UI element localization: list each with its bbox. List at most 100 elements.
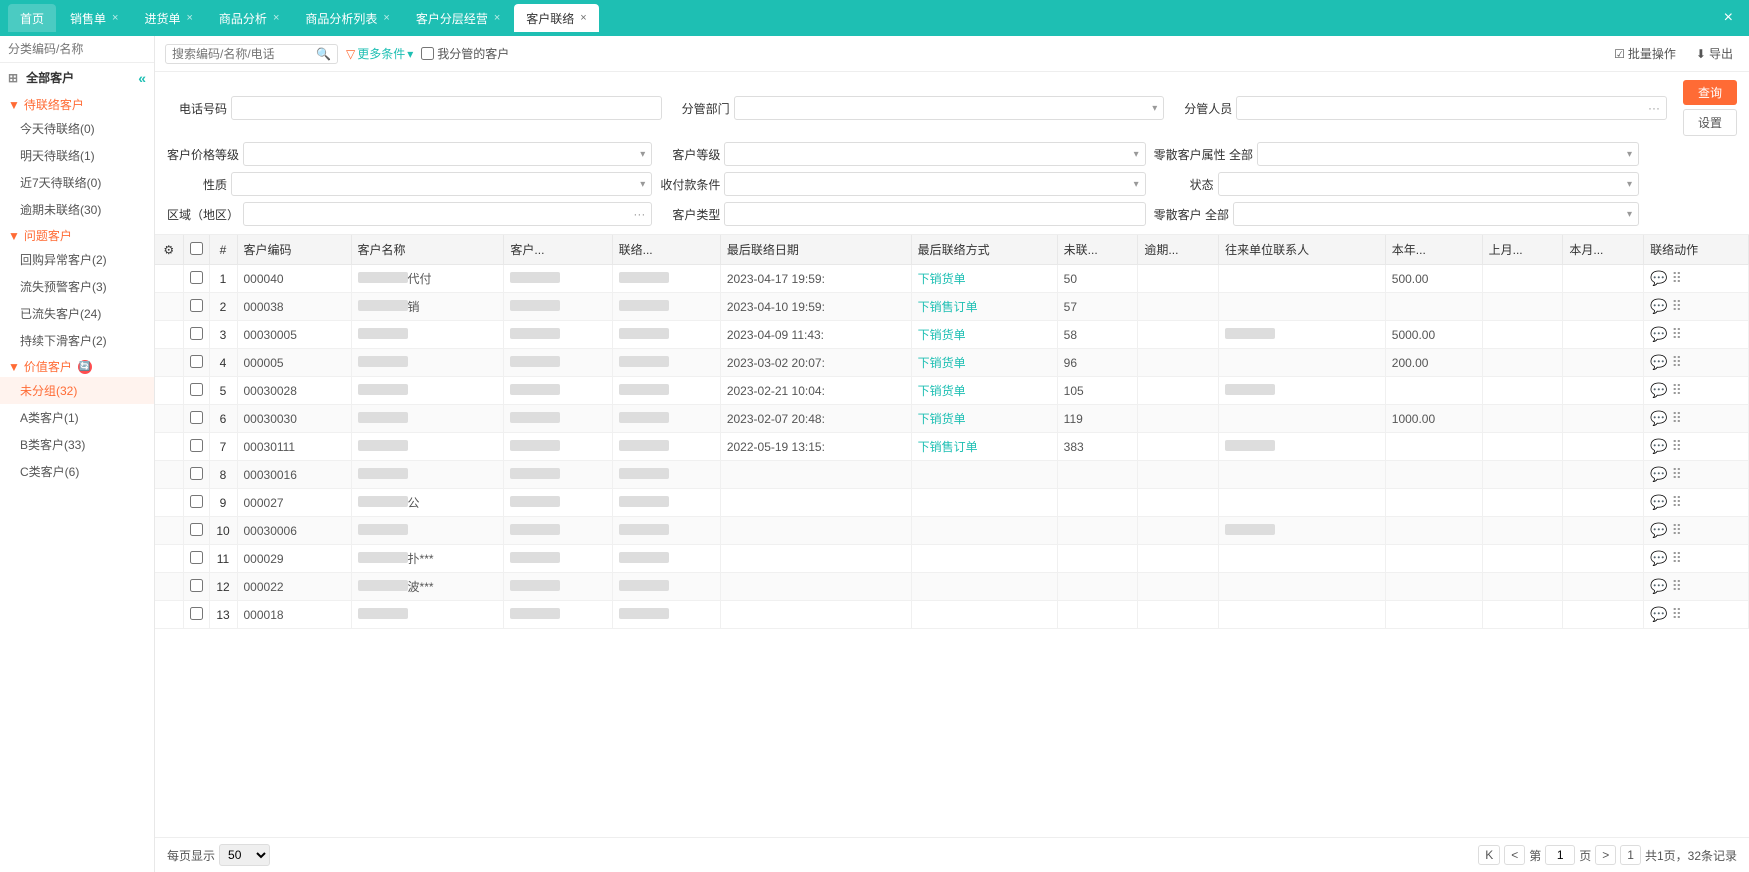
sidebar-item-overdue[interactable]: 逾期未联络(30)	[0, 196, 154, 223]
sidebar-item-abnormal[interactable]: 回购异常客户(2)	[0, 246, 154, 273]
tab-product-analysis[interactable]: 商品分析 ×	[207, 4, 291, 32]
more-action-icon[interactable]: ⠿	[1672, 326, 1682, 343]
pending-group[interactable]: ▼ 待联络客户	[0, 92, 154, 115]
more-action-icon[interactable]: ⠿	[1672, 494, 1682, 511]
sidebar-item-class-c[interactable]: C类客户(6)	[0, 458, 154, 485]
last-method-link[interactable]: 下销货单	[918, 384, 966, 398]
check-cell[interactable]	[183, 349, 209, 377]
collapse-sidebar-icon[interactable]: «	[138, 70, 146, 86]
my-customers-check[interactable]	[421, 47, 434, 60]
sidebar-item-class-a[interactable]: A类客户(1)	[0, 404, 154, 431]
export-btn[interactable]: ⬇ 导出	[1690, 42, 1739, 65]
tab-sales[interactable]: 销售单 ×	[58, 4, 130, 32]
last-method-link[interactable]: 下销货单	[918, 412, 966, 426]
more-action-icon[interactable]: ⠿	[1672, 410, 1682, 427]
more-action-icon[interactable]: ⠿	[1672, 298, 1682, 315]
tab-customer-contact[interactable]: 客户联络 ×	[514, 4, 598, 32]
batch-operation-btn[interactable]: ☑ 批量操作	[1608, 42, 1682, 65]
message-icon[interactable]: 💬	[1650, 382, 1667, 399]
message-icon[interactable]: 💬	[1650, 354, 1667, 371]
sidebar-item-churned[interactable]: 已流失客户(24)	[0, 300, 154, 327]
more-action-icon[interactable]: ⠿	[1672, 578, 1682, 595]
close-product-analysis-icon[interactable]: ×	[273, 12, 279, 24]
region-select[interactable]: ···	[243, 202, 652, 226]
message-icon[interactable]: 💬	[1650, 494, 1667, 511]
more-action-icon[interactable]: ⠿	[1672, 466, 1682, 483]
check-cell[interactable]	[183, 405, 209, 433]
nature-select[interactable]: ▾	[231, 172, 652, 196]
global-close-icon[interactable]: ×	[1716, 9, 1741, 27]
row-check[interactable]	[190, 299, 203, 312]
my-customers-checkbox[interactable]: 我分管的客户	[421, 45, 509, 62]
manager-input[interactable]: ···	[1236, 96, 1667, 120]
sidebar-item-declining[interactable]: 持续下滑客户(2)	[0, 327, 154, 354]
row-check[interactable]	[190, 383, 203, 396]
check-cell[interactable]	[183, 321, 209, 349]
last-method-link[interactable]: 下销售订单	[918, 300, 978, 314]
message-icon[interactable]: 💬	[1650, 326, 1667, 343]
check-cell[interactable]	[183, 377, 209, 405]
reset-button[interactable]: 设置	[1683, 109, 1737, 136]
more-action-icon[interactable]: ⠿	[1672, 382, 1682, 399]
search-input[interactable]	[172, 47, 312, 61]
tab-purchase[interactable]: 进货单 ×	[132, 4, 204, 32]
row-check[interactable]	[190, 355, 203, 368]
more-action-icon[interactable]: ⠿	[1672, 550, 1682, 567]
row-check[interactable]	[190, 579, 203, 592]
message-icon[interactable]: 💬	[1650, 466, 1667, 483]
message-icon[interactable]: 💬	[1650, 578, 1667, 595]
prev-page-btn[interactable]: <	[1504, 845, 1525, 865]
close-customer-segment-icon[interactable]: ×	[494, 12, 500, 24]
row-check[interactable]	[190, 551, 203, 564]
last-method-link[interactable]: 下销货单	[918, 356, 966, 370]
query-button[interactable]: 查询	[1683, 80, 1737, 105]
tab-product-list[interactable]: 商品分析列表 ×	[293, 4, 401, 32]
last-page-btn[interactable]: 1	[1620, 845, 1641, 865]
phone-input[interactable]	[231, 96, 662, 120]
all-customers-header[interactable]: ⊞ 全部客户 «	[0, 63, 154, 92]
message-icon[interactable]: 💬	[1650, 270, 1667, 287]
check-cell[interactable]	[183, 461, 209, 489]
sidebar-item-7days[interactable]: 近7天待联络(0)	[0, 169, 154, 196]
search-icon[interactable]: 🔍	[316, 47, 331, 61]
check-cell[interactable]	[183, 601, 209, 629]
close-product-list-icon[interactable]: ×	[383, 12, 389, 24]
problem-group[interactable]: ▼ 问题客户	[0, 223, 154, 246]
row-check[interactable]	[190, 607, 203, 620]
row-check[interactable]	[190, 495, 203, 508]
row-check[interactable]	[190, 327, 203, 340]
check-all-col[interactable]	[183, 235, 209, 265]
retail-attr-select[interactable]: ▾	[1257, 142, 1639, 166]
close-customer-contact-icon[interactable]: ×	[580, 12, 586, 24]
check-cell[interactable]	[183, 489, 209, 517]
message-icon[interactable]: 💬	[1650, 410, 1667, 427]
per-page-dropdown[interactable]: 50 100 200	[219, 844, 270, 866]
more-action-icon[interactable]: ⠿	[1672, 354, 1682, 371]
close-sales-icon[interactable]: ×	[112, 12, 118, 24]
check-all[interactable]	[190, 242, 203, 255]
tab-customer-segment[interactable]: 客户分层经营 ×	[404, 4, 512, 32]
message-icon[interactable]: 💬	[1650, 298, 1667, 315]
last-method-link[interactable]: 下销货单	[918, 328, 966, 342]
row-check[interactable]	[190, 439, 203, 452]
row-check[interactable]	[190, 411, 203, 424]
more-conditions-btn[interactable]: ▽ 更多条件 ▾	[346, 45, 413, 62]
status-select[interactable]: ▾	[1218, 172, 1639, 196]
first-page-btn[interactable]: K	[1478, 845, 1500, 865]
more-action-icon[interactable]: ⠿	[1672, 270, 1682, 287]
check-cell[interactable]	[183, 573, 209, 601]
check-cell[interactable]	[183, 517, 209, 545]
page-number-input[interactable]	[1545, 845, 1575, 865]
payment-select[interactable]: ▾	[724, 172, 1145, 196]
sidebar-search-input[interactable]	[8, 42, 155, 56]
message-icon[interactable]: 💬	[1650, 438, 1667, 455]
message-icon[interactable]: 💬	[1650, 522, 1667, 539]
more-action-icon[interactable]: ⠿	[1672, 606, 1682, 623]
customer-level-select[interactable]: ▾	[724, 142, 1145, 166]
sidebar-item-tomorrow[interactable]: 明天待联络(1)	[0, 142, 154, 169]
dept-select[interactable]: ▾	[734, 96, 1165, 120]
next-page-btn[interactable]: >	[1595, 845, 1616, 865]
price-level-select[interactable]: ▾	[243, 142, 652, 166]
row-check[interactable]	[190, 523, 203, 536]
sidebar-item-churn-warning[interactable]: 流失预警客户(3)	[0, 273, 154, 300]
